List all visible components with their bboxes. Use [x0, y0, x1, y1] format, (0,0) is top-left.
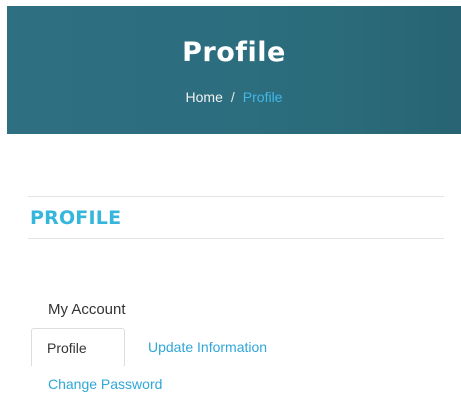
section-header: PROFILE	[28, 196, 444, 239]
my-account-label: My Account	[48, 301, 126, 318]
breadcrumb-separator: /	[230, 89, 235, 105]
page-header-banner: Profile Home / Profile	[7, 6, 461, 134]
breadcrumb-current: Profile	[242, 89, 283, 105]
tab-profile-label: Profile	[47, 340, 87, 356]
breadcrumb-home-link[interactable]: Home	[186, 89, 223, 105]
tab-change-password[interactable]: Change Password	[48, 376, 162, 392]
section-title: PROFILE	[30, 207, 122, 229]
tab-update-information[interactable]: Update Information	[148, 339, 267, 355]
breadcrumb: Home / Profile	[7, 89, 461, 105]
tab-profile[interactable]: Profile	[31, 328, 125, 366]
page-title: Profile	[182, 37, 286, 68]
